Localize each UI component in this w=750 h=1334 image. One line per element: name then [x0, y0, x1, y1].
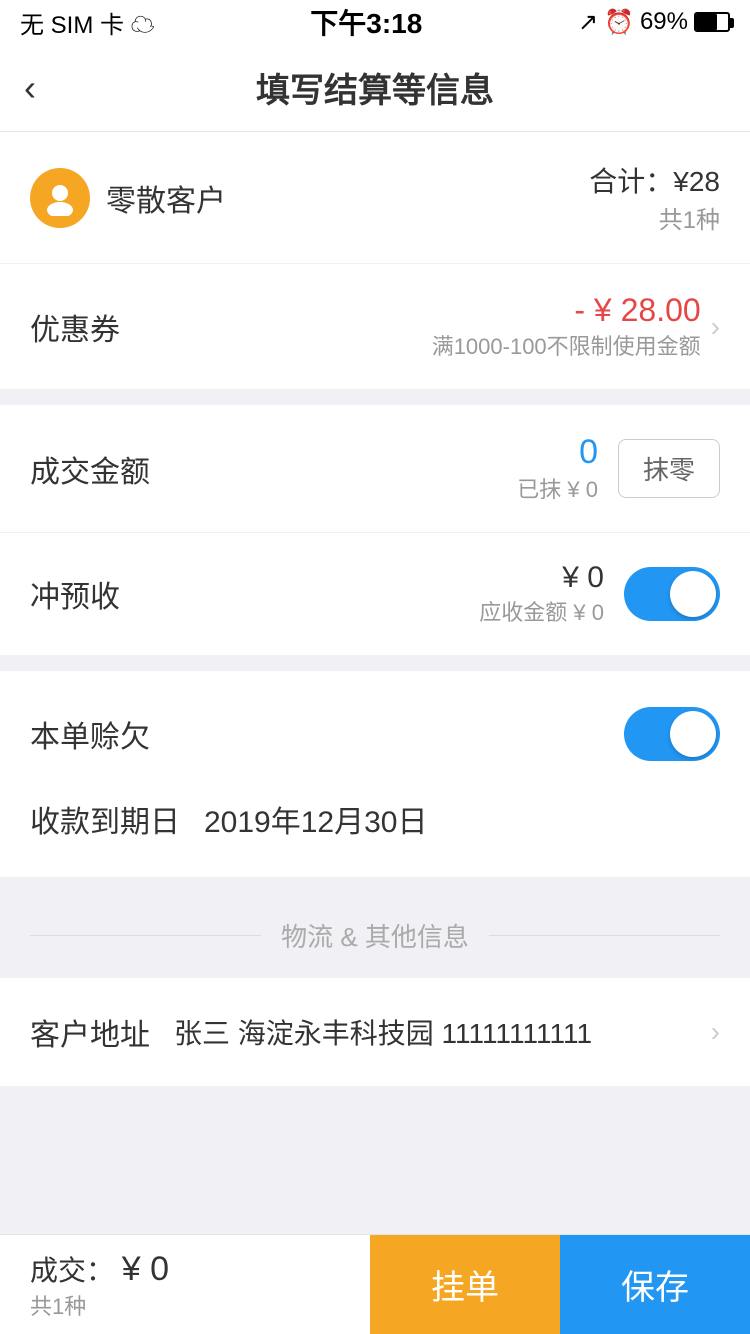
status-bar: 无 SIM 卡 ☁ 下午3:18 ↗ ⏰ 69% — [0, 0, 750, 44]
customer-info: 零散客户 — [30, 168, 226, 228]
summary-amount: ¥ 0 — [122, 1250, 169, 1288]
save-button[interactable]: 保存 — [560, 1235, 750, 1334]
debt-toggle[interactable] — [624, 707, 720, 761]
coupon-right: - ¥ 28.00 满1000-100不限制使用金额 › — [432, 292, 720, 361]
location-icon: ↗ — [578, 8, 598, 37]
avatar — [30, 168, 90, 228]
total-amount: 合计：¥28 — [589, 160, 720, 200]
address-chevron-icon: › — [711, 1016, 720, 1048]
transaction-sub: 已抹 ¥ 0 — [517, 472, 598, 504]
transaction-amount: 0 — [517, 433, 598, 472]
logistics-label: 物流 & 其他信息 — [281, 917, 469, 954]
due-date-label: 收款到期日 — [30, 797, 180, 841]
coupon-discount: - ¥ 28.00 — [432, 292, 701, 329]
battery-icon — [694, 12, 730, 32]
address-label: 客户地址 — [30, 1010, 150, 1054]
summary-label: 成交： — [30, 1255, 114, 1286]
customer-section: 零散客户 合计：¥28 共1种 优惠券 - ¥ 28.00 满1000-100不… — [0, 132, 750, 389]
prepay-amounts: ¥ 0 应收金额 ¥ 0 — [479, 561, 604, 627]
prepay-row: 冲预收 ¥ 0 应收金额 ¥ 0 — [0, 532, 750, 655]
bottom-actions: 挂单 保存 — [370, 1235, 750, 1334]
prepay-label: 冲预收 — [30, 572, 120, 616]
prepay-value: ¥ 0 — [479, 561, 604, 595]
transaction-right: 0 已抹 ¥ 0 抹零 — [517, 433, 720, 504]
toggle-knob — [670, 571, 716, 617]
hold-button[interactable]: 挂单 — [370, 1235, 560, 1334]
transaction-label: 成交金额 — [30, 447, 150, 491]
customer-row: 零散客户 合计：¥28 共1种 — [0, 132, 750, 263]
total-count: 共1种 — [589, 200, 720, 235]
transaction-row: 成交金额 0 已抹 ¥ 0 抹零 — [0, 405, 750, 532]
debt-toggle-knob — [670, 711, 716, 757]
back-button[interactable]: ‹ — [24, 67, 36, 109]
address-value: 张三 海淀永丰科技园 11111111111 — [174, 1012, 711, 1052]
summary-count: 共1种 — [30, 1289, 340, 1321]
sim-label: 无 SIM 卡 ☁ — [20, 5, 155, 40]
header-line-right — [489, 935, 720, 936]
bottom-bar: 成交： ¥ 0 共1种 挂单 保存 — [0, 1234, 750, 1334]
debt-row: 本单赊欠 — [0, 671, 750, 797]
nav-bar: ‹ 填写结算等信息 — [0, 44, 750, 132]
customer-name: 零散客户 — [106, 176, 226, 220]
battery-label: 69% — [640, 8, 688, 36]
due-date-value: 2019年12月30日 — [204, 797, 427, 841]
page-title: 填写结算等信息 — [256, 63, 494, 112]
transaction-section: 成交金额 0 已抹 ¥ 0 抹零 冲预收 ¥ 0 应收金额 ¥ 0 — [0, 405, 750, 655]
date-row: 收款到期日 2019年12月30日 — [0, 797, 750, 877]
chevron-right-icon: › — [711, 311, 720, 343]
address-section: 客户地址 张三 海淀永丰科技园 11111111111 › — [0, 978, 750, 1086]
debt-label: 本单赊欠 — [30, 712, 150, 756]
transaction-amount-group: 0 已抹 ¥ 0 — [517, 433, 598, 504]
coupon-label: 优惠券 — [30, 305, 120, 349]
status-left: 无 SIM 卡 ☁ — [20, 5, 155, 40]
header-line-left — [30, 935, 261, 936]
bottom-summary-line1: 成交： ¥ 0 — [30, 1249, 340, 1289]
prepay-right: ¥ 0 应收金额 ¥ 0 — [479, 561, 720, 627]
status-right: ↗ ⏰ 69% — [578, 8, 730, 37]
alarm-icon: ⏰ — [604, 8, 634, 37]
bottom-summary: 成交： ¥ 0 共1种 — [0, 1249, 370, 1321]
debt-section: 本单赊欠 收款到期日 2019年12月30日 — [0, 671, 750, 877]
address-row[interactable]: 客户地址 张三 海淀永丰科技园 11111111111 › — [0, 978, 750, 1086]
logistics-section-header: 物流 & 其他信息 — [0, 893, 750, 978]
coupon-description: 满1000-100不限制使用金额 — [432, 329, 701, 361]
coupon-info: - ¥ 28.00 满1000-100不限制使用金额 — [432, 292, 701, 361]
round-button[interactable]: 抹零 — [618, 439, 720, 498]
prepay-sub: 应收金额 ¥ 0 — [479, 595, 604, 627]
prepay-toggle[interactable] — [624, 567, 720, 621]
coupon-row[interactable]: 优惠券 - ¥ 28.00 满1000-100不限制使用金额 › — [0, 263, 750, 389]
status-time: 下午3:18 — [310, 2, 422, 42]
customer-total: 合计：¥28 共1种 — [589, 160, 720, 235]
